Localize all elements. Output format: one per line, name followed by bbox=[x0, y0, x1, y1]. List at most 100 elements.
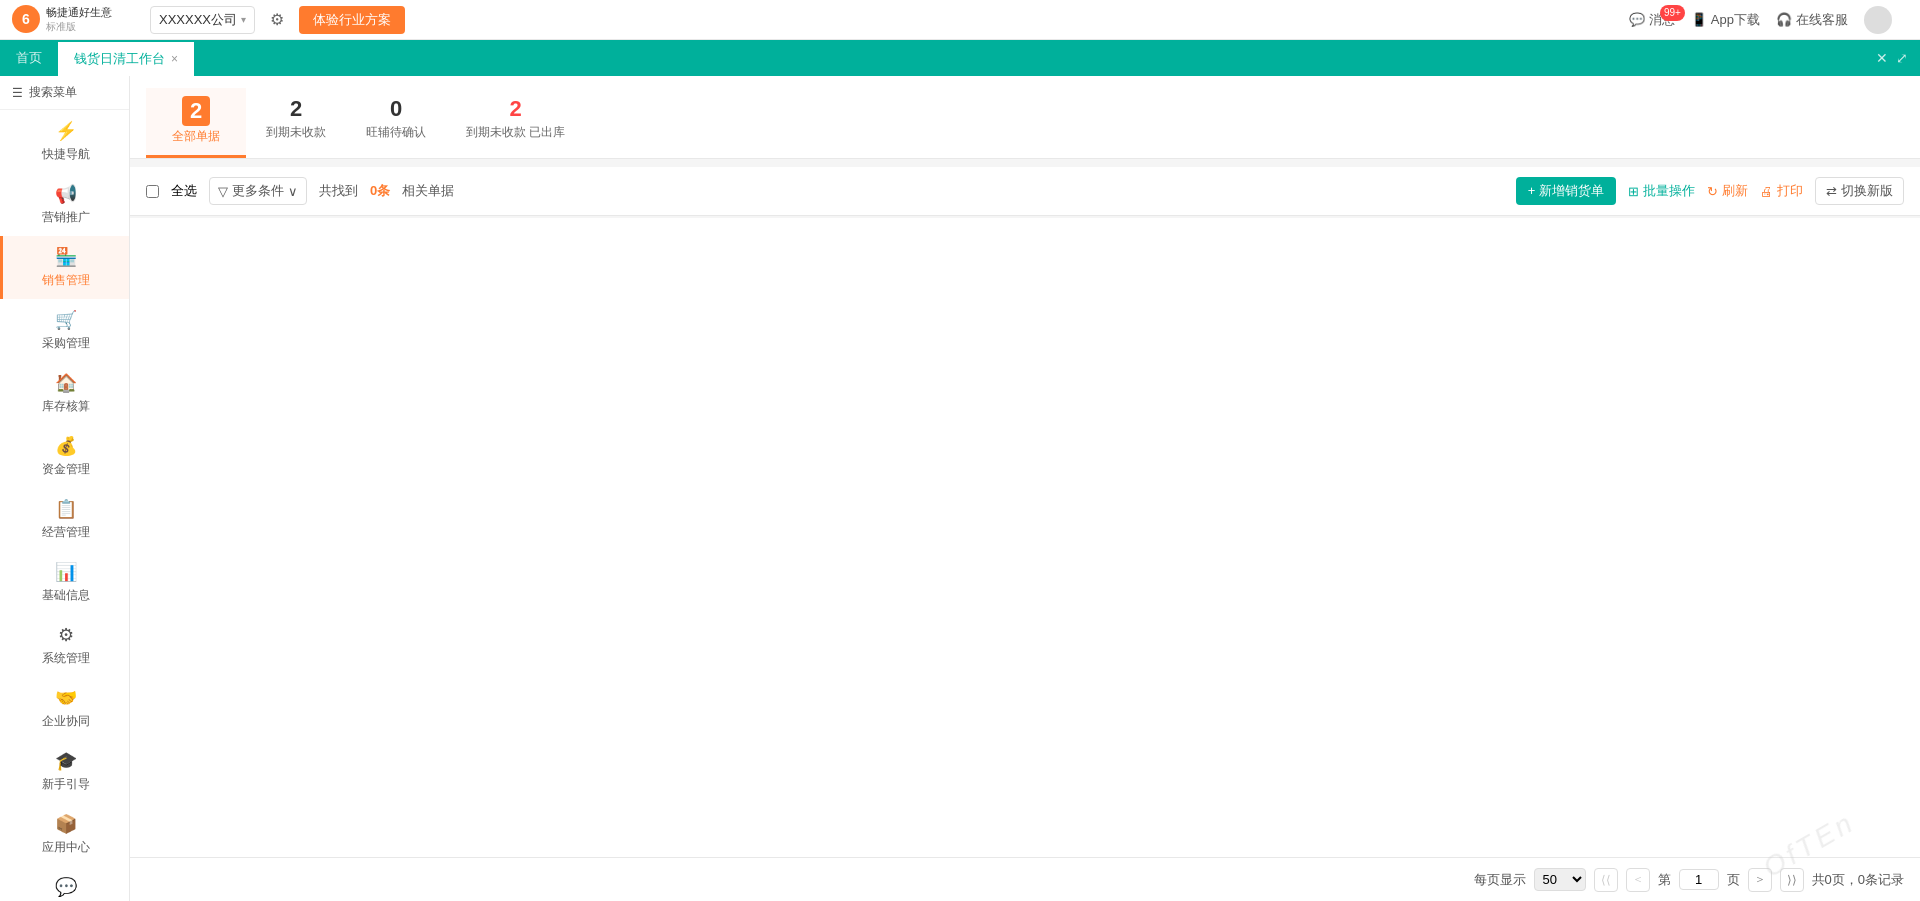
inventory-icon: 🏠 bbox=[55, 372, 77, 394]
sidebar-label-sales: 销售管理 bbox=[42, 272, 90, 289]
search-menu-label: 搜索菜单 bbox=[29, 84, 77, 101]
filter-button[interactable]: ▽ 更多条件 ∨ bbox=[209, 177, 307, 205]
search-menu-button[interactable]: ☰ 搜索菜单 bbox=[0, 76, 129, 110]
sidebar-item-basic-info[interactable]: 📊 基础信息 bbox=[0, 551, 129, 614]
message-button[interactable]: 💬 消息 99+ bbox=[1629, 11, 1675, 29]
sidebar: ☰ 搜索菜单 ⚡快捷导航 📢 营销推广 🏪 销售管理 🛒 采购管理 🏠库存核算 💰 资金管理 📋 经营… bbox=[0, 76, 130, 901]
sidebar-item-system[interactable]: ⚙系统管理 bbox=[0, 614, 129, 677]
batch-operation-button[interactable]: ⊞ 批量操作 bbox=[1628, 182, 1695, 200]
sidebar-label-guide: 新手引导 bbox=[42, 776, 90, 793]
company-selector[interactable]: XXXXXX公司 ▾ bbox=[150, 6, 255, 34]
sidebar-item-quick-nav[interactable]: ⚡快捷导航 bbox=[0, 110, 129, 173]
stat-tab-overdue[interactable]: 2到期未收款 bbox=[246, 88, 346, 158]
stat-tab-overdue-shipped[interactable]: 2 到期未收款 已出库 bbox=[446, 88, 585, 158]
nav-tabs: 首页 钱货日清工作台 × ✕ ⤢ bbox=[0, 40, 1920, 76]
first-page-button[interactable]: ⟨⟨ bbox=[1594, 868, 1618, 892]
filter-label: 更多条件 bbox=[232, 182, 284, 200]
found-suffix: 相关单据 bbox=[402, 182, 454, 200]
window-close-icon[interactable]: ✕ bbox=[1876, 50, 1888, 66]
sidebar-label-purchase: 采购管理 bbox=[42, 335, 90, 352]
sidebar-label-system: 系统管理 bbox=[42, 650, 90, 667]
tab-close-icon[interactable]: × bbox=[171, 52, 178, 66]
online-service-button[interactable]: 🎧 在线客服 bbox=[1776, 11, 1848, 29]
sidebar-item-cooperation[interactable]: 🤝 企业协同 bbox=[0, 677, 129, 740]
stat-tab-all[interactable]: 2 全部单据 bbox=[146, 88, 246, 158]
sidebar-label-basic-info: 基础信息 bbox=[42, 587, 90, 604]
sidebar-item-marketing[interactable]: 📢 营销推广 bbox=[0, 173, 129, 236]
sidebar-item-app-center[interactable]: 📦 应用中心 bbox=[0, 803, 129, 866]
pagination-bar: 每页显示 2050100200 ⟨⟨ ＜ 第 页 ＞ ⟩⟩ 共0页，0条记录 bbox=[130, 857, 1920, 901]
operations-icon: 📋 bbox=[55, 498, 77, 520]
pagination-summary: 共0页，0条记录 bbox=[1812, 871, 1904, 889]
guide-icon: 🎓 bbox=[55, 750, 77, 772]
marketing-icon: 📢 bbox=[55, 183, 77, 205]
basic-info-icon: 📊 bbox=[55, 561, 77, 583]
select-all-checkbox[interactable] bbox=[146, 185, 159, 198]
top-right-area: 💬 消息 99+ 📱 App下载 🎧 在线客服 bbox=[1629, 6, 1908, 34]
content-area: 2全部单据2到期未收款0旺辅待确认2到期未收款 已出库 全选 ▽ 更多条件 ∨ … bbox=[130, 76, 1920, 901]
top-bar: 6 畅捷通好生意 标准版 XXXXXX公司 ▾ ⚙ 体验行业方案 💬 消息 99… bbox=[0, 0, 1920, 40]
app-download-label: App下载 bbox=[1711, 11, 1760, 29]
stat-num-overdue-shipped: 2 bbox=[510, 96, 522, 122]
cooperation-icon: 🤝 bbox=[55, 687, 77, 709]
page-input[interactable] bbox=[1679, 869, 1719, 890]
stat-tab-wangwang[interactable]: 0旺辅待确认 bbox=[346, 88, 446, 158]
sidebar-item-sales[interactable]: 🏪 销售管理 bbox=[0, 236, 129, 299]
last-page-button[interactable]: ⟩⟩ bbox=[1780, 868, 1804, 892]
purchase-icon: 🛒 bbox=[55, 309, 77, 331]
sidebar-item-wecom[interactable]: 💬企业微信 bbox=[0, 866, 129, 901]
print-button[interactable]: 🖨 打印 bbox=[1760, 182, 1803, 200]
sidebar-label-marketing: 营销推广 bbox=[42, 209, 90, 226]
page-label: 第 bbox=[1658, 871, 1671, 889]
sidebar-item-inventory[interactable]: 🏠库存核算 bbox=[0, 362, 129, 425]
found-count: 0条 bbox=[370, 182, 390, 200]
prev-page-button[interactable]: ＜ bbox=[1626, 868, 1650, 892]
stat-label-overdue: 到期未收款 bbox=[266, 124, 326, 141]
trial-button[interactable]: 体验行业方案 bbox=[299, 6, 405, 34]
search-icon: ☰ bbox=[12, 86, 23, 100]
message-badge: 99+ bbox=[1660, 5, 1685, 21]
home-tab-label: 首页 bbox=[16, 49, 42, 67]
sidebar-item-guide[interactable]: 🎓 新手引导 bbox=[0, 740, 129, 803]
settings-icon[interactable]: ⚙ bbox=[263, 6, 291, 34]
logo-area: 6 畅捷通好生意 标准版 bbox=[12, 5, 142, 33]
sidebar-label-quick-nav: 快捷导航 bbox=[42, 146, 90, 163]
stat-label-overdue-shipped: 到期未收款 已出库 bbox=[466, 124, 565, 141]
found-prefix: 共找到 bbox=[319, 182, 358, 200]
tab-qinghuori[interactable]: 钱货日清工作台 × bbox=[58, 40, 194, 76]
sidebar-label-operations: 经营管理 bbox=[42, 524, 90, 541]
sales-icon: 🏪 bbox=[55, 246, 77, 268]
company-name: XXXXXX公司 bbox=[159, 11, 237, 29]
active-tab-label: 钱货日清工作台 bbox=[74, 50, 165, 68]
tab-home[interactable]: 首页 bbox=[0, 40, 58, 76]
switch-icon: ⇄ bbox=[1826, 184, 1837, 199]
service-icon: 🎧 bbox=[1776, 12, 1792, 27]
window-expand-icon[interactable]: ⤢ bbox=[1896, 50, 1908, 66]
refresh-button[interactable]: ↻ 刷新 bbox=[1707, 182, 1748, 200]
sidebar-label-finance: 资金管理 bbox=[42, 461, 90, 478]
app-download-button[interactable]: 📱 App下载 bbox=[1691, 11, 1760, 29]
sidebar-label-cooperation: 企业协同 bbox=[42, 713, 90, 730]
per-page-select[interactable]: 2050100200 bbox=[1534, 868, 1586, 891]
sidebar-item-operations[interactable]: 📋 经营管理 bbox=[0, 488, 129, 551]
filter-chevron-icon: ∨ bbox=[288, 184, 298, 199]
app-center-icon: 📦 bbox=[55, 813, 77, 835]
avatar[interactable] bbox=[1864, 6, 1892, 34]
filter-icon: ▽ bbox=[218, 184, 228, 199]
finance-icon: 💰 bbox=[55, 435, 77, 457]
message-icon: 💬 bbox=[1629, 12, 1645, 27]
switch-version-button[interactable]: ⇄ 切换新版 bbox=[1815, 177, 1904, 205]
next-page-button[interactable]: ＞ bbox=[1748, 868, 1772, 892]
main-layout: ☰ 搜索菜单 ⚡快捷导航 📢 营销推广 🏪 销售管理 🛒 采购管理 🏠库存核算 💰 资金管理 📋 经营… bbox=[0, 76, 1920, 901]
stat-label-all: 全部单据 bbox=[172, 128, 220, 145]
online-service-label: 在线客服 bbox=[1796, 11, 1848, 29]
new-sale-order-button[interactable]: + 新增销货单 bbox=[1516, 177, 1616, 205]
sidebar-item-purchase[interactable]: 🛒 采购管理 bbox=[0, 299, 129, 362]
batch-label: 批量操作 bbox=[1643, 182, 1695, 200]
stat-label-wangwang: 旺辅待确认 bbox=[366, 124, 426, 141]
stats-tabs: 2 全部单据 2到期未收款0旺辅待确认 2 到期未收款 已出库 bbox=[130, 76, 1920, 159]
sidebar-item-finance[interactable]: 💰 资金管理 bbox=[0, 425, 129, 488]
sidebar-label-app-center: 应用中心 bbox=[42, 839, 90, 856]
chevron-down-icon: ▾ bbox=[241, 14, 246, 25]
stat-num-all: 2 bbox=[182, 96, 210, 126]
